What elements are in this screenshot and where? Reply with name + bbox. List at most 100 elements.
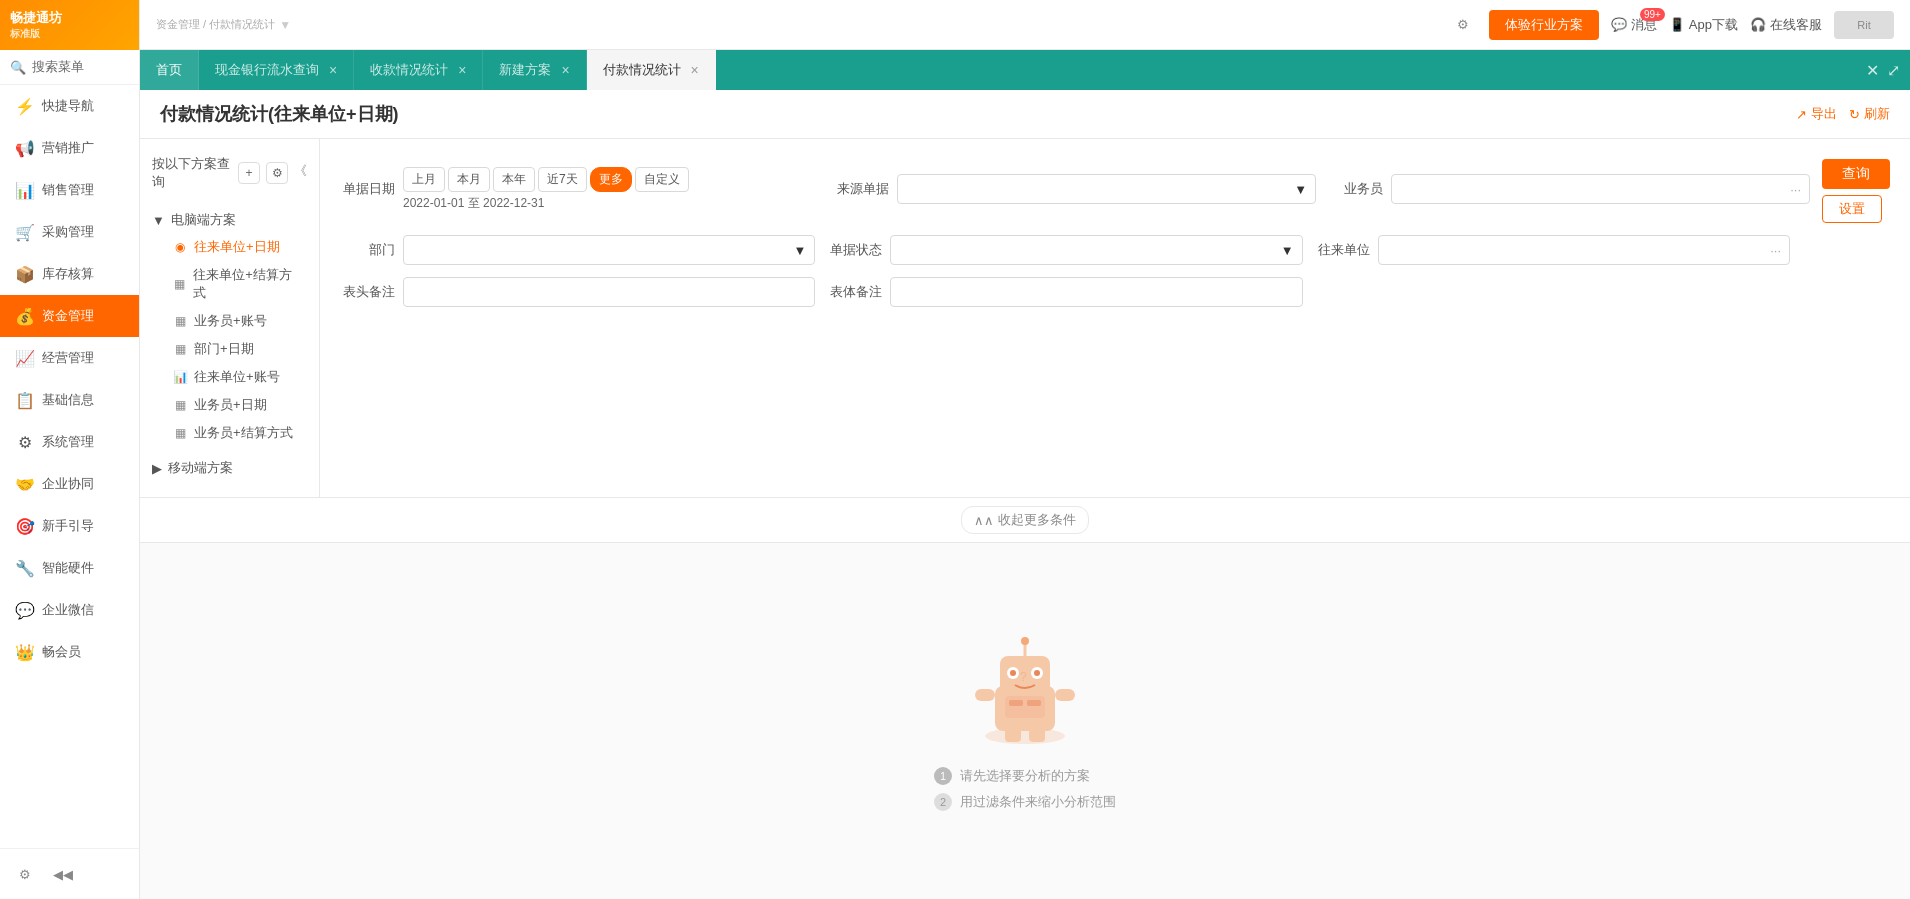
- sidebar-item-system[interactable]: ⚙ 系统管理: [0, 421, 139, 463]
- member-icon: 👑: [16, 643, 34, 661]
- scheme-group-pc-title[interactable]: ▼ 电脑端方案: [152, 207, 307, 233]
- sidebar-item-quick-nav[interactable]: ⚡ 快捷导航: [0, 85, 139, 127]
- related-party-select[interactable]: ···: [1378, 235, 1790, 265]
- chevron-down-icon: ▼: [152, 213, 165, 228]
- svg-point-8: [1021, 637, 1029, 645]
- sidebar-item-enterprise[interactable]: 🤝 企业协同: [0, 463, 139, 505]
- online-service-btn[interactable]: 🎧 在线客服: [1750, 16, 1822, 34]
- body-note-input[interactable]: [890, 277, 1302, 307]
- guide-icon: 🎯: [16, 517, 34, 535]
- scheme-add-btn[interactable]: +: [238, 162, 260, 184]
- sidebar-nav: ⚡ 快捷导航 📢 营销推广 📊 销售管理 🛒 采购管理 📦 库存核算 💰 资金管…: [0, 85, 139, 848]
- source-field: 来源单据 ▼: [834, 174, 1316, 204]
- date-btn-this-month[interactable]: 本月: [448, 167, 490, 192]
- tab-pay-stat-close-icon[interactable]: ×: [691, 63, 699, 77]
- purchase-icon: 🛒: [16, 223, 34, 241]
- sidebar-bottom: ⚙ ◀◀: [0, 848, 139, 899]
- empty-state: ? 1 请先选择要分析的方案 2 用过滤条件来缩小分析范围: [140, 543, 1910, 899]
- sidebar-item-marketing[interactable]: 📢 营销推广: [0, 127, 139, 169]
- tab-pay-stat[interactable]: 付款情况统计 ×: [587, 50, 716, 90]
- scheme-settings-btn[interactable]: ⚙: [266, 162, 288, 184]
- scheme-header-label: 按以下方案查询: [152, 155, 238, 191]
- tab-close-all-icon[interactable]: ✕: [1866, 61, 1879, 80]
- date-btn-last-month[interactable]: 上月: [403, 167, 445, 192]
- empty-tip-2: 2 用过滤条件来缩小分析范围: [934, 793, 1116, 811]
- sidebar-item-sales[interactable]: 📊 销售管理: [0, 169, 139, 211]
- header-note-input[interactable]: [403, 277, 815, 307]
- sidebar-item-label: 库存核算: [42, 265, 94, 283]
- tab-home[interactable]: 首页: [140, 50, 199, 90]
- scheme-item-0[interactable]: ◉ 往来单位+日期: [152, 233, 307, 261]
- scheme-item-3-icon: ▦: [172, 341, 188, 357]
- tab-receive-stat-close-icon[interactable]: ×: [458, 63, 466, 77]
- tab-receive-stat[interactable]: 收款情况统计 ×: [354, 50, 483, 90]
- sidebar-item-label: 资金管理: [42, 307, 94, 325]
- scheme-item-1[interactable]: ▦ 往来单位+结算方式: [152, 261, 307, 307]
- tabbar-controls: ✕ ⤢: [1856, 50, 1910, 90]
- content-area: 付款情况统计(往来单位+日期) ↗ 导出 ↻ 刷新 按以下方案查询: [140, 90, 1910, 899]
- sidebar-item-hardware[interactable]: 🔧 智能硬件: [0, 547, 139, 589]
- scheme-group-pc: ▼ 电脑端方案 ◉ 往来单位+日期 ▦ 往来单位+结算方式 ▦: [152, 207, 307, 447]
- sidebar-item-purchase[interactable]: 🛒 采购管理: [0, 211, 139, 253]
- salesperson-select[interactable]: ···: [1391, 174, 1810, 204]
- date-options: 上月 本月 本年 近7天 更多 自定义: [403, 167, 822, 192]
- scheme-collapse-btn[interactable]: 《: [294, 162, 307, 184]
- settings-btn[interactable]: 设置: [1822, 195, 1882, 223]
- export-label: 导出: [1811, 105, 1837, 123]
- department-chevron-icon: ▼: [793, 243, 806, 258]
- voucher-status-select[interactable]: ▼: [890, 235, 1302, 265]
- tab-new-scheme-close-icon[interactable]: ×: [561, 63, 569, 77]
- sidebar-item-finance[interactable]: 💰 资金管理: [0, 295, 139, 337]
- collapse-sidebar-btn[interactable]: ◀◀: [48, 859, 78, 889]
- scheme-item-3[interactable]: ▦ 部门+日期: [152, 335, 307, 363]
- source-select[interactable]: ▼: [897, 174, 1316, 204]
- scheme-item-6-icon: ▦: [172, 425, 188, 441]
- date-label: 单据日期: [340, 180, 395, 198]
- search-menu[interactable]: 🔍 搜索菜单: [0, 50, 139, 85]
- sidebar-item-weixin[interactable]: 💬 企业微信: [0, 589, 139, 631]
- tab-bank-flow[interactable]: 现金银行流水查询 ×: [199, 50, 354, 90]
- query-btn[interactable]: 查询: [1822, 159, 1890, 189]
- sidebar-item-guide[interactable]: 🎯 新手引导: [0, 505, 139, 547]
- sales-icon: 📊: [16, 181, 34, 199]
- sidebar-item-inventory[interactable]: 📦 库存核算: [0, 253, 139, 295]
- svg-rect-12: [1009, 700, 1023, 706]
- scheme-item-4[interactable]: 📊 往来单位+账号: [152, 363, 307, 391]
- topbar-settings-btn[interactable]: ⚙: [1449, 11, 1477, 39]
- message-btn[interactable]: 💬 消息 99+: [1611, 16, 1657, 34]
- tab-bank-flow-close-icon[interactable]: ×: [329, 63, 337, 77]
- settings-bottom-btn[interactable]: ⚙: [10, 859, 40, 889]
- refresh-btn[interactable]: ↻ 刷新: [1849, 105, 1890, 123]
- enterprise-icon: 🤝: [16, 475, 34, 493]
- tab-new-scheme[interactable]: 新建方案 ×: [483, 50, 586, 90]
- sidebar-item-label: 采购管理: [42, 223, 94, 241]
- sidebar-item-member[interactable]: 👑 畅会员: [0, 631, 139, 673]
- date-btn-this-year[interactable]: 本年: [493, 167, 535, 192]
- user-avatar[interactable]: Rit: [1834, 11, 1894, 39]
- scheme-item-5[interactable]: ▦ 业务员+日期: [152, 391, 307, 419]
- scheme-item-2[interactable]: ▦ 业务员+账号: [152, 307, 307, 335]
- date-btn-more[interactable]: 更多: [590, 167, 632, 192]
- department-select[interactable]: ▼: [403, 235, 815, 265]
- tab-expand-icon[interactable]: ⤢: [1887, 61, 1900, 80]
- trial-btn[interactable]: 体验行业方案: [1489, 10, 1599, 40]
- scheme-item-1-icon: ▦: [172, 276, 187, 292]
- export-btn[interactable]: ↗ 导出: [1796, 105, 1837, 123]
- date-btn-custom[interactable]: 自定义: [635, 167, 689, 192]
- sidebar-item-operations[interactable]: 📈 经营管理: [0, 337, 139, 379]
- refresh-label: 刷新: [1864, 105, 1890, 123]
- app-download-btn[interactable]: 📱 App下载: [1669, 16, 1738, 34]
- headset-icon: 🎧: [1750, 17, 1766, 32]
- scheme-item-6[interactable]: ▦ 业务员+结算方式: [152, 419, 307, 447]
- app-logo: 畅捷通坊 标准版: [0, 0, 139, 50]
- collapse-more-btn[interactable]: ∧∧ 收起更多条件: [961, 506, 1089, 534]
- date-btn-7days[interactable]: 近7天: [538, 167, 587, 192]
- sidebar-item-basic[interactable]: 📋 基础信息: [0, 379, 139, 421]
- header-note-field: 表头备注: [340, 277, 815, 307]
- search-label: 搜索菜单: [32, 58, 84, 76]
- salesperson-label: 业务员: [1328, 180, 1383, 198]
- svg-point-6: [1034, 670, 1040, 676]
- scheme-item-5-label: 业务员+日期: [194, 396, 267, 414]
- app-edition: 标准版: [10, 27, 62, 41]
- scheme-group-mobile-title[interactable]: ▶ 移动端方案: [152, 455, 307, 481]
